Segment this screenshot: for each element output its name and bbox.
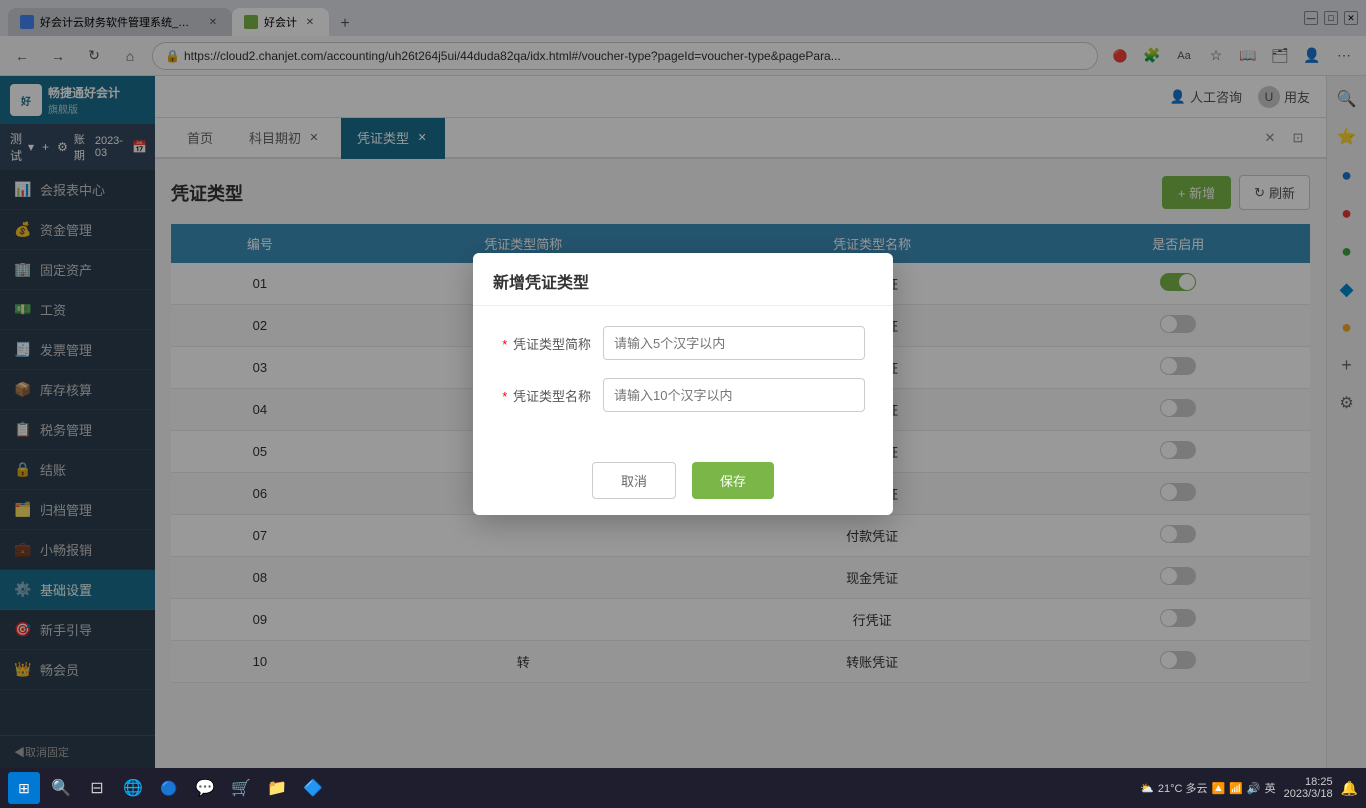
short-name-input[interactable] <box>603 326 865 360</box>
full-name-label: * 凭证类型名称 <box>501 386 591 405</box>
clock-time: 18:25 <box>1284 776 1333 788</box>
modal-header: 新增凭证类型 <box>473 253 893 306</box>
full-name-input[interactable] <box>603 378 865 412</box>
new-voucher-type-modal: 新增凭证类型 * 凭证类型简称 * 凭证类型名称 取消 <box>473 253 893 515</box>
network-icon: 🔼 <box>1212 782 1226 795</box>
modal-overlay: 新增凭证类型 * 凭证类型简称 * 凭证类型名称 取消 <box>0 0 1366 768</box>
cancel-label: 取消 <box>621 474 647 489</box>
required-star-1: * <box>502 337 507 352</box>
edge2-icon[interactable]: 🔷 <box>298 773 328 803</box>
start-button[interactable]: ⊞ <box>8 772 40 804</box>
modal-footer: 取消 保存 <box>473 450 893 515</box>
form-row-full: * 凭证类型名称 <box>501 378 865 412</box>
cancel-button[interactable]: 取消 <box>592 462 676 499</box>
taskbar: ⊞ 🔍 ⊟ 🌐 🔵 💬 🛒 📁 🔷 ⛅ 21°C 多云 🔼 📶 🔊 英 18:2… <box>0 768 1366 808</box>
weather-text: 21°C 多云 <box>1158 780 1208 796</box>
taskview-icon[interactable]: ⊟ <box>82 773 112 803</box>
chrome-icon[interactable]: 🔵 <box>154 773 184 803</box>
search-taskbar-icon[interactable]: 🔍 <box>46 773 76 803</box>
speaker-icon: 🔊 <box>1247 782 1261 795</box>
form-row-short: * 凭证类型简称 <box>501 326 865 360</box>
files-icon[interactable]: 📁 <box>262 773 292 803</box>
save-label: 保存 <box>720 474 746 489</box>
taskbar-right: ⛅ 21°C 多云 🔼 📶 🔊 英 18:25 2023/3/18 🔔 <box>1140 776 1358 800</box>
systray: ⛅ 21°C 多云 🔼 📶 🔊 英 <box>1140 780 1275 796</box>
weather-icon: ⛅ <box>1140 782 1154 795</box>
language-text: 英 <box>1265 780 1276 796</box>
store-icon[interactable]: 🛒 <box>226 773 256 803</box>
save-button[interactable]: 保存 <box>692 462 774 499</box>
clock: 18:25 2023/3/18 <box>1284 776 1333 800</box>
clock-date: 2023/3/18 <box>1284 788 1333 800</box>
short-name-label: * 凭证类型简称 <box>501 334 591 353</box>
edge-icon[interactable]: 🌐 <box>118 773 148 803</box>
required-star-2: * <box>502 389 507 404</box>
wechat-icon[interactable]: 💬 <box>190 773 220 803</box>
modal-body: * 凭证类型简称 * 凭证类型名称 <box>473 306 893 450</box>
wifi-icon: 📶 <box>1229 782 1243 795</box>
notification-icon[interactable]: 🔔 <box>1341 780 1358 797</box>
modal-title: 新增凭证类型 <box>493 269 589 293</box>
